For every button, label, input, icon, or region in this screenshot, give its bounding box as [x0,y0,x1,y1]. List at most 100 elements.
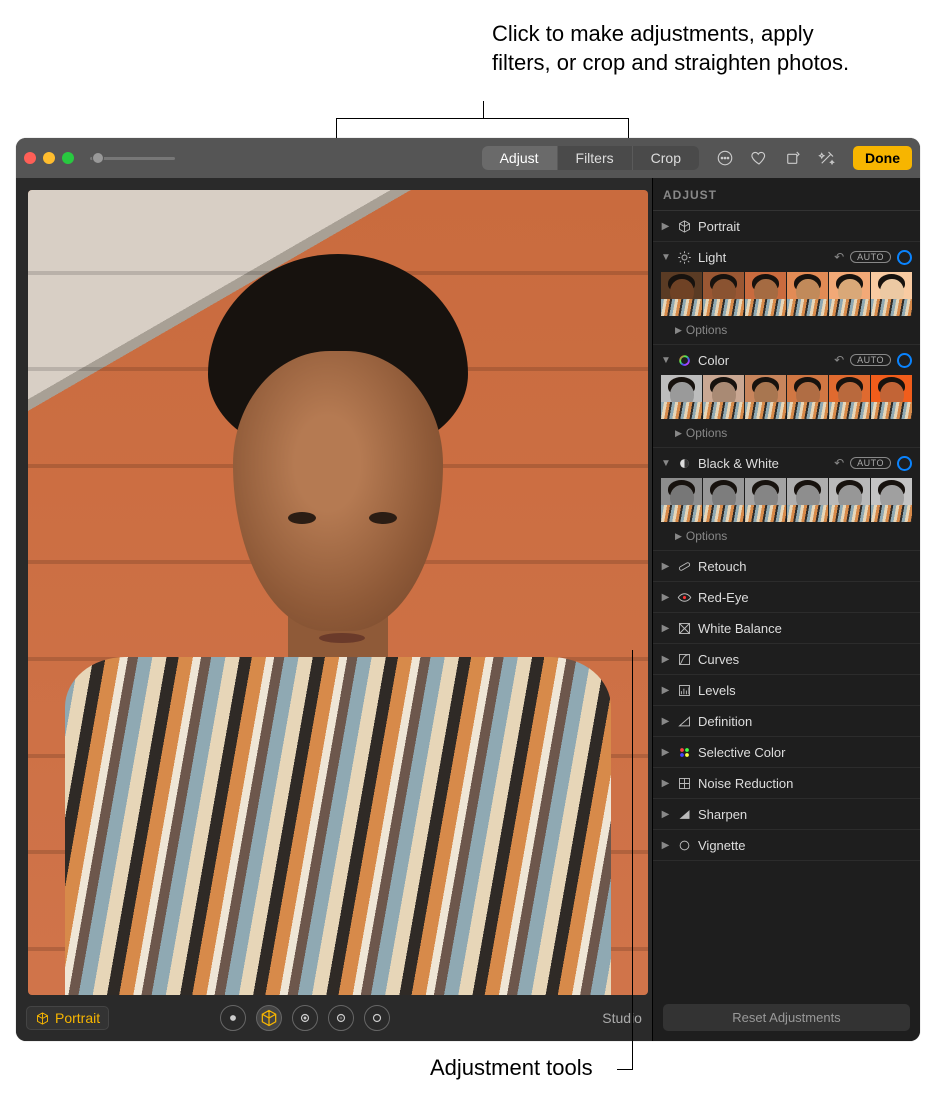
preview-thumb[interactable] [829,478,870,522]
adjustment-label: Vignette [698,838,912,853]
portrait-badge[interactable]: Portrait [26,1006,109,1030]
wb-icon [676,620,692,636]
window-zoom-button[interactable] [62,152,74,164]
chevron-right-icon: ▶ [661,747,670,758]
lighting-mode-studio[interactable] [256,1005,282,1031]
adjustment-header[interactable]: ▶Levels [653,675,920,705]
options-toggle[interactable]: ▶ Options [653,423,920,447]
adjustment-label: Selective Color [698,745,912,760]
favorite-icon[interactable] [745,146,773,170]
adjustment-header[interactable]: ▶ Red-Eye [653,582,920,612]
preview-thumb[interactable] [829,375,870,419]
adjustment-header[interactable]: ▶Sharpen [653,799,920,829]
viewer-bottom-bar: Portrait Studio [16,995,652,1041]
preview-thumb[interactable] [703,272,744,316]
preview-thumb[interactable] [871,375,912,419]
adjustment-header[interactable]: ▶Retouch [653,551,920,581]
adjustment-label: Curves [698,652,912,667]
bandaid-icon [676,558,692,574]
adjustment-sharpen: ▶Sharpen [653,799,920,830]
preview-thumb[interactable] [703,375,744,419]
ring-thin-icon [676,837,692,853]
zoom-slider[interactable] [90,157,175,160]
chevron-right-icon: ▶ [661,716,670,727]
window-minimize-button[interactable] [43,152,55,164]
sun-icon [676,249,692,265]
adjustment-header[interactable]: ▶ Portrait [653,211,920,241]
more-icon[interactable] [711,146,739,170]
preview-thumb[interactable] [787,375,828,419]
adjustment-black-white: ▼Black & White↶AUTO [653,448,920,551]
enable-ring[interactable] [897,250,912,265]
adjustment-header[interactable]: ▼Color↶AUTO [653,345,920,375]
preview-thumb[interactable] [871,272,912,316]
auto-button[interactable]: AUTO [850,251,891,263]
undo-icon[interactable]: ↶ [834,250,844,264]
photos-edit-window: Adjust Filters Crop Done [16,138,920,1041]
adjustment-header[interactable]: ▶ Selective Color [653,737,920,767]
preview-thumb[interactable] [661,272,702,316]
auto-button[interactable]: AUTO [850,354,891,366]
adjustment-header[interactable]: ▶ Vignette [653,830,920,860]
levels-icon [676,682,692,698]
chevron-right-icon: ▶ [661,840,670,851]
adjustment-header[interactable]: ▶Curves [653,644,920,674]
lighting-mode-natural[interactable] [220,1005,246,1031]
half-icon [676,455,692,471]
preview-thumb[interactable] [829,272,870,316]
adjustment-header[interactable]: ▼Light↶AUTO [653,242,920,272]
preview-thumb[interactable] [787,272,828,316]
preview-thumb[interactable] [703,478,744,522]
adjustment-label: Noise Reduction [698,776,912,791]
enable-ring[interactable] [897,456,912,471]
preview-strip[interactable] [661,375,912,419]
auto-enhance-icon[interactable] [813,146,841,170]
cube-icon [676,218,692,234]
adjustment-label: Red-Eye [698,590,912,605]
preview-thumb[interactable] [745,272,786,316]
segment-filters[interactable]: Filters [558,146,633,170]
done-button[interactable]: Done [853,146,912,170]
chevron-right-icon: ▶ [661,221,670,232]
chevron-right-icon: ▶ [675,325,682,336]
preview-thumb[interactable] [661,478,702,522]
options-label: Options [686,529,727,543]
adjustment-header[interactable]: ▼Black & White↶AUTO [653,448,920,478]
lighting-mode-stage-mono[interactable] [364,1005,390,1031]
preview-thumb[interactable] [661,375,702,419]
options-toggle[interactable]: ▶ Options [653,320,920,344]
adjustment-vignette: ▶ Vignette [653,830,920,861]
auto-button[interactable]: AUTO [850,457,891,469]
chevron-down-icon: ▼ [661,458,670,469]
adjustment-noise-reduction: ▶Noise Reduction [653,768,920,799]
enable-ring[interactable] [897,353,912,368]
adjustment-header[interactable]: ▶Definition [653,706,920,736]
photo-canvas[interactable] [28,190,648,995]
preview-thumb[interactable] [745,478,786,522]
rotate-icon[interactable] [779,146,807,170]
lighting-mode-contour[interactable] [292,1005,318,1031]
undo-icon[interactable]: ↶ [834,456,844,470]
adjustment-header[interactable]: ▶Noise Reduction [653,768,920,798]
preview-thumb[interactable] [787,478,828,522]
lighting-mode-stage[interactable] [328,1005,354,1031]
callout-bottom-line [632,650,633,1070]
eye-icon [676,589,692,605]
reset-adjustments-button[interactable]: Reset Adjustments [663,1004,910,1031]
undo-icon[interactable]: ↶ [834,353,844,367]
callout-top-line [336,118,629,138]
chevron-right-icon: ▶ [675,531,682,542]
chevron-right-icon: ▶ [661,592,670,603]
preview-strip[interactable] [661,272,912,316]
segment-adjust[interactable]: Adjust [482,146,558,170]
adjustment-header[interactable]: ▶White Balance [653,613,920,643]
preview-thumb[interactable] [745,375,786,419]
options-toggle[interactable]: ▶ Options [653,526,920,550]
preview-thumb[interactable] [871,478,912,522]
preview-strip[interactable] [661,478,912,522]
portrait-badge-label: Portrait [55,1010,100,1026]
window-close-button[interactable] [24,152,36,164]
segment-crop[interactable]: Crop [633,146,699,170]
adjustment-label: Portrait [698,219,912,234]
chevron-right-icon: ▶ [661,623,670,634]
